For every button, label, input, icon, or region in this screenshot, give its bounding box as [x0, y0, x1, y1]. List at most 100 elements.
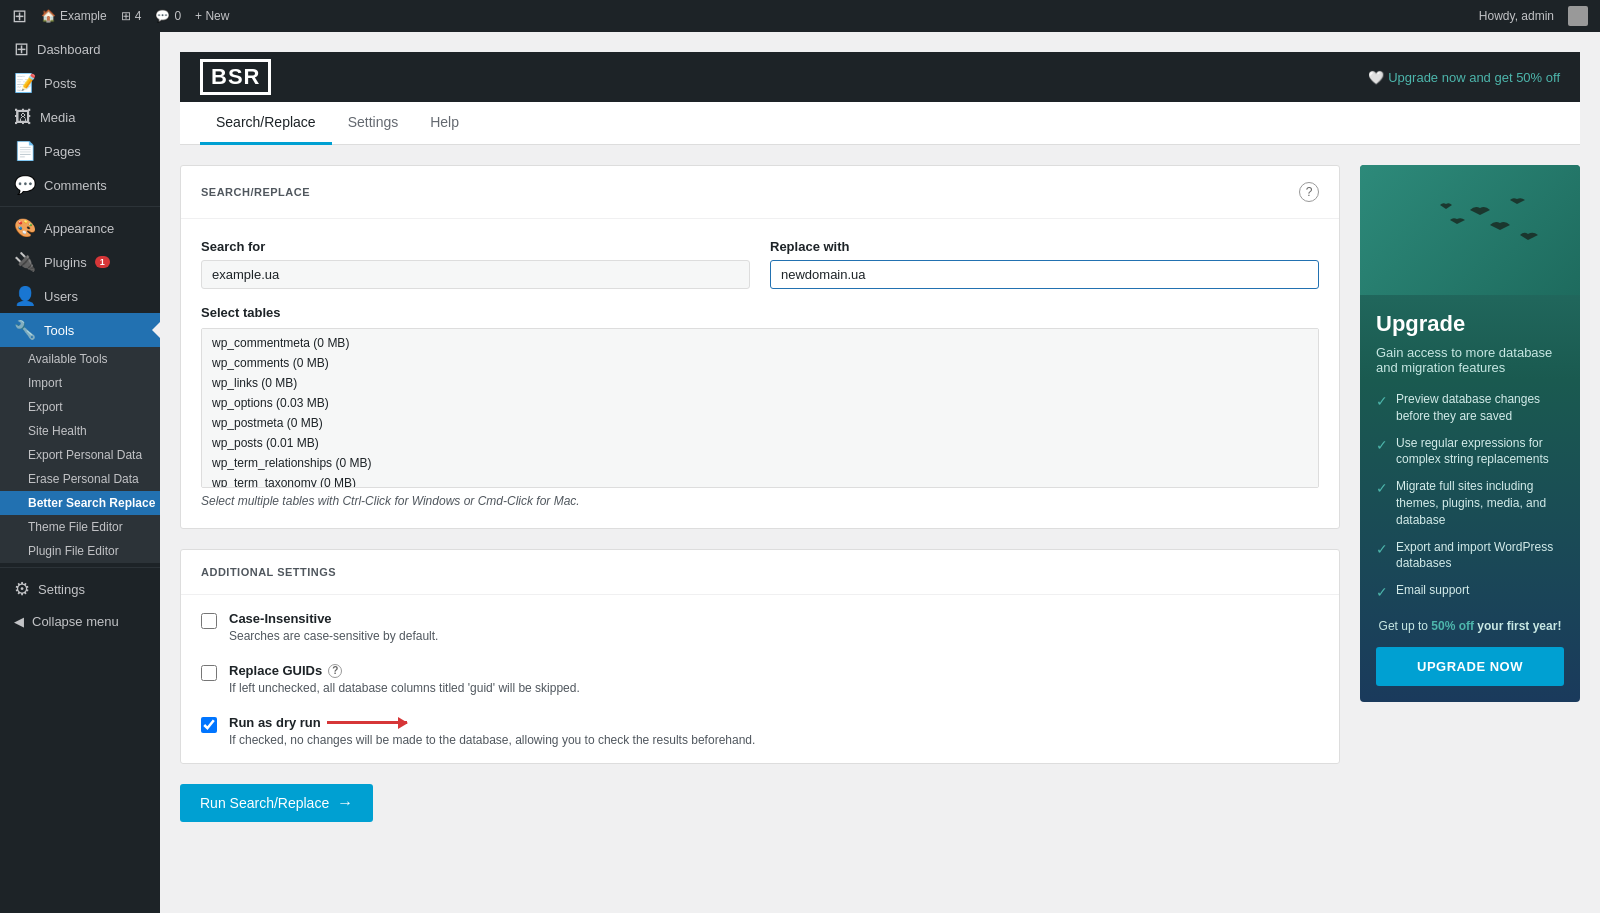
- ad-subtitle: Gain access to more database and migrati…: [1376, 345, 1564, 375]
- collapse-menu-item[interactable]: ◀ Collapse menu: [0, 606, 160, 637]
- ad-title: Upgrade: [1376, 311, 1564, 337]
- select-tables-label: Select tables: [201, 305, 1319, 320]
- submenu-link-site-health[interactable]: Site Health: [0, 419, 160, 443]
- search-for-input[interactable]: [201, 260, 750, 289]
- posts-icon: 📝: [14, 74, 36, 92]
- sidebar-link-pages[interactable]: 📄 Pages: [0, 134, 160, 168]
- tables-select[interactable]: wp_commentmeta (0 MB)wp_comments (0 MB)w…: [201, 328, 1319, 488]
- collapse-icon: ◀: [14, 614, 24, 629]
- content-area: SEARCH/REPLACE ? Search for Replace with: [180, 145, 1580, 822]
- submenu-link-export-personal[interactable]: Export Personal Data: [0, 443, 160, 467]
- comment-icon: 💬: [155, 9, 170, 23]
- media-icon: 🖼: [14, 108, 32, 126]
- pages-icon: 📄: [14, 142, 36, 160]
- sidebar-item-pages[interactable]: 📄 Pages: [0, 134, 160, 168]
- new-item[interactable]: + New: [195, 9, 229, 23]
- upgrade-now-button[interactable]: UPGRADE NOW: [1376, 647, 1564, 686]
- submenu-link-export[interactable]: Export: [0, 395, 160, 419]
- sidebar-item-tools[interactable]: 🔧 Tools: [0, 313, 160, 347]
- check-icon-0: ✓: [1376, 392, 1388, 412]
- tab-search-replace[interactable]: Search/Replace: [200, 102, 332, 145]
- sidebar-item-comments[interactable]: 💬 Comments: [0, 168, 160, 202]
- submenu-export-personal[interactable]: Export Personal Data: [0, 443, 160, 467]
- run-search-replace-button[interactable]: Run Search/Replace →: [180, 784, 373, 822]
- check-icon-3: ✓: [1376, 540, 1388, 560]
- sidebar-link-dashboard[interactable]: ⊞ Dashboard: [0, 32, 160, 66]
- submenu-link-better-search[interactable]: Better Search Replace: [0, 491, 160, 515]
- updates-link[interactable]: 4: [135, 9, 142, 23]
- tab-settings[interactable]: Settings: [332, 102, 415, 145]
- sidebar-label-settings: Settings: [38, 582, 85, 597]
- help-icon[interactable]: ?: [1299, 182, 1319, 202]
- sidebar-link-media[interactable]: 🖼 Media: [0, 100, 160, 134]
- sidebar-item-plugins[interactable]: 🔌 Plugins 1: [0, 245, 160, 279]
- sidebar-link-users[interactable]: 👤 Users: [0, 279, 160, 313]
- sidebar-link-plugins[interactable]: 🔌 Plugins 1: [0, 245, 160, 279]
- submenu-plugin-editor[interactable]: Plugin File Editor: [0, 539, 160, 563]
- dry-run-checkbox[interactable]: [201, 717, 217, 733]
- submenu-available-tools[interactable]: Available Tools: [0, 347, 160, 371]
- ad-illustration: [1360, 165, 1580, 295]
- sidebar-item-users[interactable]: 👤 Users: [0, 279, 160, 313]
- sidebar-item-settings[interactable]: ⚙ Settings: [0, 572, 160, 606]
- case-insensitive-text: Case-Insensitive: [229, 611, 332, 626]
- feature-item-2: ✓ Migrate full sites including themes, p…: [1376, 478, 1564, 528]
- comments-menu-icon: 💬: [14, 176, 36, 194]
- replace-with-input[interactable]: [770, 260, 1319, 289]
- run-button-label: Run Search/Replace: [200, 795, 329, 811]
- feature-text-0: Preview database changes before they are…: [1396, 391, 1564, 425]
- submenu-erase-personal[interactable]: Erase Personal Data: [0, 467, 160, 491]
- sidebar-label-users: Users: [44, 289, 78, 304]
- heart-icon: 🤍: [1368, 70, 1384, 85]
- site-name-link[interactable]: Example: [60, 9, 107, 23]
- search-replace-body: Search for Replace with Select tables: [181, 219, 1339, 528]
- tables-section: Select tables wp_commentmeta (0 MB)wp_co…: [201, 305, 1319, 508]
- sidebar-link-posts[interactable]: 📝 Posts: [0, 66, 160, 100]
- dry-run-info: Run as dry run If checked, no changes wi…: [229, 715, 1319, 747]
- submenu-theme-editor[interactable]: Theme File Editor: [0, 515, 160, 539]
- header-upgrade-link[interactable]: 🤍 Upgrade now and get 50% off: [1368, 70, 1560, 85]
- sidebar-link-settings[interactable]: ⚙ Settings: [0, 572, 160, 606]
- feature-item-3: ✓ Export and import WordPress databases: [1376, 539, 1564, 573]
- feature-item-1: ✓ Use regular expressions for complex st…: [1376, 435, 1564, 469]
- replace-guids-desc: If left unchecked, all database columns …: [229, 681, 1319, 695]
- site-name-item[interactable]: 🏠 Example: [41, 9, 107, 23]
- run-button-arrow: →: [337, 794, 353, 812]
- feature-text-3: Export and import WordPress databases: [1396, 539, 1564, 573]
- updates-item[interactable]: ⊞ 4: [121, 9, 142, 23]
- submenu-site-health[interactable]: Site Health: [0, 419, 160, 443]
- submenu-better-search[interactable]: Better Search Replace: [0, 491, 160, 515]
- sidebar-item-dashboard[interactable]: ⊞ Dashboard: [0, 32, 160, 66]
- sidebar-item-posts[interactable]: 📝 Posts: [0, 66, 160, 100]
- avatar: [1568, 6, 1588, 26]
- replace-with-label: Replace with: [770, 239, 1319, 254]
- comments-link[interactable]: 0: [174, 9, 181, 23]
- wp-logo-icon[interactable]: ⊞: [12, 5, 27, 27]
- submenu-link-erase-personal[interactable]: Erase Personal Data: [0, 467, 160, 491]
- tab-settings-label: Settings: [348, 114, 399, 130]
- feature-list: ✓ Preview database changes before they a…: [1376, 391, 1564, 603]
- check-icon-2: ✓: [1376, 479, 1388, 499]
- submenu-link-plugin-editor[interactable]: Plugin File Editor: [0, 539, 160, 563]
- sidebar-link-appearance[interactable]: 🎨 Appearance: [0, 211, 160, 245]
- case-insensitive-checkbox[interactable]: [201, 613, 217, 629]
- sidebar-item-appearance[interactable]: 🎨 Appearance: [0, 211, 160, 245]
- feature-text-4: Email support: [1396, 582, 1469, 599]
- tab-help[interactable]: Help: [414, 102, 475, 145]
- submenu-link-theme-editor[interactable]: Theme File Editor: [0, 515, 160, 539]
- new-link[interactable]: + New: [195, 9, 229, 23]
- howdy-text: Howdy, admin: [1479, 9, 1554, 23]
- sidebar-link-tools[interactable]: 🔧 Tools: [0, 313, 160, 347]
- promo-text: Get up to 50% off your first year!: [1376, 619, 1564, 633]
- submenu-import[interactable]: Import: [0, 371, 160, 395]
- comments-item[interactable]: 💬 0: [155, 9, 181, 23]
- submenu-link-import[interactable]: Import: [0, 371, 160, 395]
- ad-panel: Upgrade Gain access to more database and…: [1360, 165, 1580, 822]
- sidebar-item-media[interactable]: 🖼 Media: [0, 100, 160, 134]
- submenu-export[interactable]: Export: [0, 395, 160, 419]
- sidebar-link-comments[interactable]: 💬 Comments: [0, 168, 160, 202]
- ad-content: Upgrade Gain access to more database and…: [1360, 295, 1580, 702]
- replace-guids-checkbox[interactable]: [201, 665, 217, 681]
- guids-info-icon[interactable]: ?: [328, 664, 342, 678]
- submenu-link-available-tools[interactable]: Available Tools: [0, 347, 160, 371]
